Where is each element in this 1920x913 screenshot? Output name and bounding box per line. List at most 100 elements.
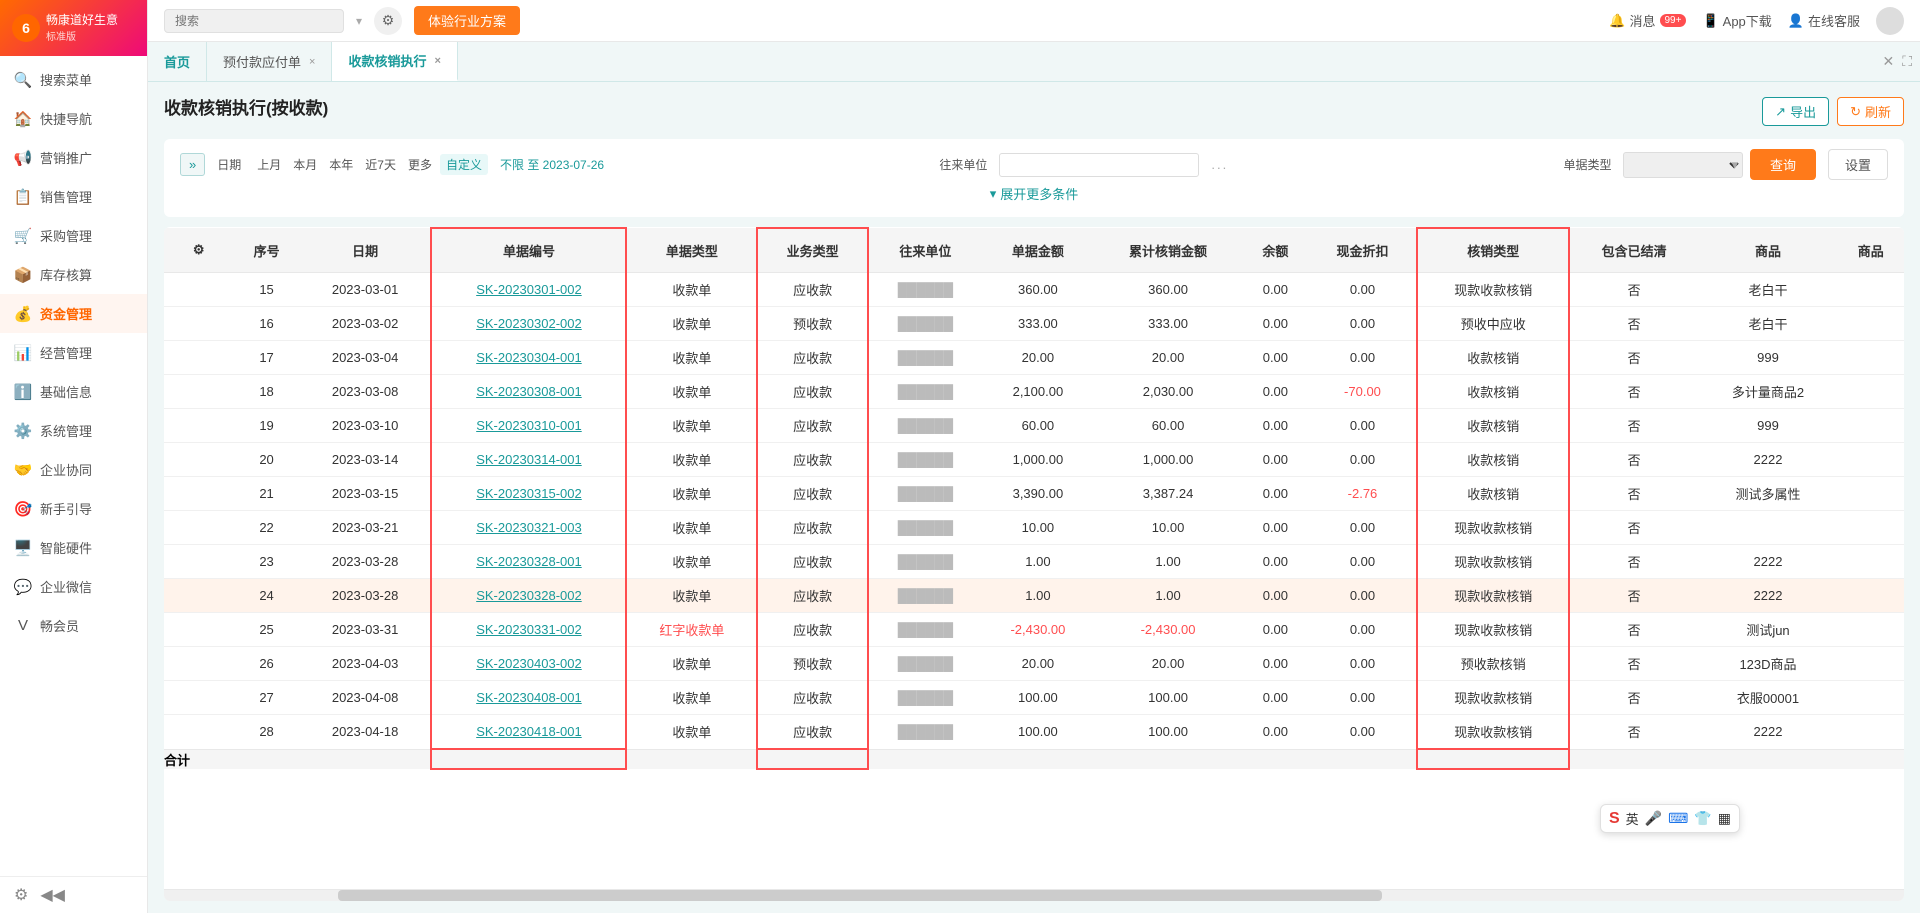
logo-sub: 标准版 [46,28,118,43]
sidebar-item-sales[interactable]: 📋 销售管理 [0,177,147,216]
doc-no-link[interactable]: SK-20230310-001 [476,418,582,433]
tab-writeoff[interactable]: 收款核销执行 × [332,42,457,81]
td-amount: 100.00 [982,681,1094,715]
tab-close-all-icon[interactable]: ✕ [1882,53,1894,70]
td-balance: 0.00 [1242,307,1308,341]
topbar-gear-icon[interactable]: ⚙ [374,7,402,35]
td-no: 22 [233,511,299,545]
message-button[interactable]: 🔔 消息 99+ [1609,11,1686,30]
td-settled: 否 [1569,715,1698,750]
sidebar-item-inventory[interactable]: 📦 库存核算 [0,255,147,294]
party-filter-input[interactable] [999,153,1199,177]
date-shortcut-this-year[interactable]: 本年 [325,154,357,175]
sidebar-item-marketing-label: 营销推广 [40,148,92,167]
td-goods2 [1838,715,1904,750]
collapse-icon[interactable]: ◀◀ [40,885,65,905]
sidebar-item-hardware[interactable]: 🖥️ 智能硬件 [0,528,147,567]
td-balance: 0.00 [1242,409,1308,443]
doc-no-link[interactable]: SK-20230302-002 [476,316,582,331]
doc-no-link[interactable]: SK-20230315-002 [476,486,582,501]
sidebar-item-nav[interactable]: 🏠 快捷导航 [0,99,147,138]
sidebar-item-guide[interactable]: 🎯 新手引导 [0,489,147,528]
app-download-button[interactable]: 📱 App下载 [1702,11,1771,30]
td-goods2 [1838,613,1904,647]
tab-prepayment[interactable]: 预付款应付单 × [207,42,332,81]
td-goods: 123D商品 [1698,647,1837,681]
doc-no-link[interactable]: SK-20230418-001 [476,724,582,739]
date-shortcut-more[interactable]: 更多 [404,154,436,175]
td-writeoff-type: 收款核销 [1417,477,1569,511]
td-settled: 否 [1569,477,1698,511]
topbar-dropdown-arrow[interactable]: ▾ [356,14,362,28]
td-settings [164,511,233,545]
td-biz-type: 预收款 [757,647,867,681]
doc-no-link[interactable]: SK-20230328-001 [476,554,582,569]
avatar[interactable] [1876,7,1904,35]
sidebar-item-operation[interactable]: 📊 经营管理 [0,333,147,372]
doc-no-link[interactable]: SK-20230328-002 [476,588,582,603]
doc-no-link[interactable]: SK-20230408-001 [476,690,582,705]
table-row: 26 2023-04-03 SK-20230403-002 收款单 预收款 ██… [164,647,1904,681]
td-writeoff: 100.00 [1094,681,1242,715]
tab-prepayment-close[interactable]: × [309,56,315,68]
sidebar-item-search[interactable]: 🔍 搜索菜单 [0,60,147,99]
doc-no-link[interactable]: SK-20230403-002 [476,656,582,671]
table-scroll[interactable]: ⚙ 序号 日期 单据编号 单据类型 业务类型 往来单位 单据金额 累计核销金额 … [164,227,1904,889]
td-doc-no: SK-20230314-001 [431,443,626,477]
export-button[interactable]: ↗ 导出 [1762,97,1829,126]
sidebar-item-marketing[interactable]: 📢 营销推广 [0,138,147,177]
doc-no-link[interactable]: SK-20230301-002 [476,282,582,297]
td-date: 2023-03-01 [300,273,432,307]
filter-dots[interactable]: ... [1211,157,1228,172]
sidebar-item-basic[interactable]: ℹ️ 基础信息 [0,372,147,411]
doc-no-link[interactable]: SK-20230321-003 [476,520,582,535]
td-goods2 [1838,375,1904,409]
industry-solution-button[interactable]: 体验行业方案 [414,6,520,35]
td-goods: 999 [1698,341,1837,375]
td-writeoff: 20.00 [1094,647,1242,681]
sidebar-item-collab[interactable]: 🤝 企业协同 [0,450,147,489]
filter-expand-button[interactable]: » [180,153,205,176]
refresh-button[interactable]: ↻ 刷新 [1837,97,1904,126]
horizontal-scrollbar[interactable] [164,889,1904,901]
mic-icon[interactable]: 🎤 [1645,810,1662,827]
online-service-button[interactable]: 👤 在线客服 [1788,11,1860,30]
footer-writeoff [1094,749,1242,769]
query-button[interactable]: 查询 [1750,149,1816,180]
sidebar-item-system[interactable]: ⚙️ 系统管理 [0,411,147,450]
col-settings-icon[interactable]: ⚙ [185,236,213,264]
table-row: 20 2023-03-14 SK-20230314-001 收款单 应收款 ██… [164,443,1904,477]
td-amount: 100.00 [982,715,1094,750]
doc-no-link[interactable]: SK-20230314-001 [476,452,582,467]
date-shortcut-last-month[interactable]: 上月 [253,154,285,175]
settings-bottom-icon[interactable]: ⚙ [14,885,28,905]
td-cash-discount: 0.00 [1309,681,1418,715]
grid-icon[interactable]: ▦ [1718,810,1731,827]
doc-no-link[interactable]: SK-20230331-002 [476,622,582,637]
date-shortcut-this-month[interactable]: 本月 [289,154,321,175]
td-doc-type: 收款单 [626,375,757,409]
message-label: 消息 [1629,11,1655,30]
date-shortcut-7days[interactable]: 近7天 [361,154,400,175]
sidebar-item-search-label: 搜索菜单 [40,70,92,89]
keyboard-icon[interactable]: ⌨ [1668,810,1688,827]
date-shortcut-custom[interactable]: 自定义 [440,154,488,175]
sidebar-item-wechat[interactable]: 💬 企业微信 [0,567,147,606]
expand-more-bar[interactable]: ▾ 展开更多条件 [180,180,1888,207]
sidebar-item-purchase[interactable]: 🛒 采购管理 [0,216,147,255]
tab-writeoff-close[interactable]: × [434,55,440,67]
tab-home[interactable]: 首页 [148,42,207,81]
topbar-search-input[interactable] [164,9,344,33]
sidebar-item-finance[interactable]: 💰 资金管理 [0,294,147,333]
td-settings [164,273,233,307]
set-button[interactable]: 设置 [1828,149,1888,180]
col-settings[interactable]: ⚙ [164,228,233,273]
td-amount: 1,000.00 [982,443,1094,477]
doc-type-filter-select[interactable] [1623,152,1743,178]
doc-no-link[interactable]: SK-20230304-001 [476,350,582,365]
scroll-bar-thumb[interactable] [338,890,1382,901]
doc-no-link[interactable]: SK-20230308-001 [476,384,582,399]
shirt-icon[interactable]: 👕 [1694,810,1711,827]
tab-fullscreen-icon[interactable]: ⛶ [1902,53,1912,70]
sidebar-item-member[interactable]: V 畅会员 [0,606,147,645]
